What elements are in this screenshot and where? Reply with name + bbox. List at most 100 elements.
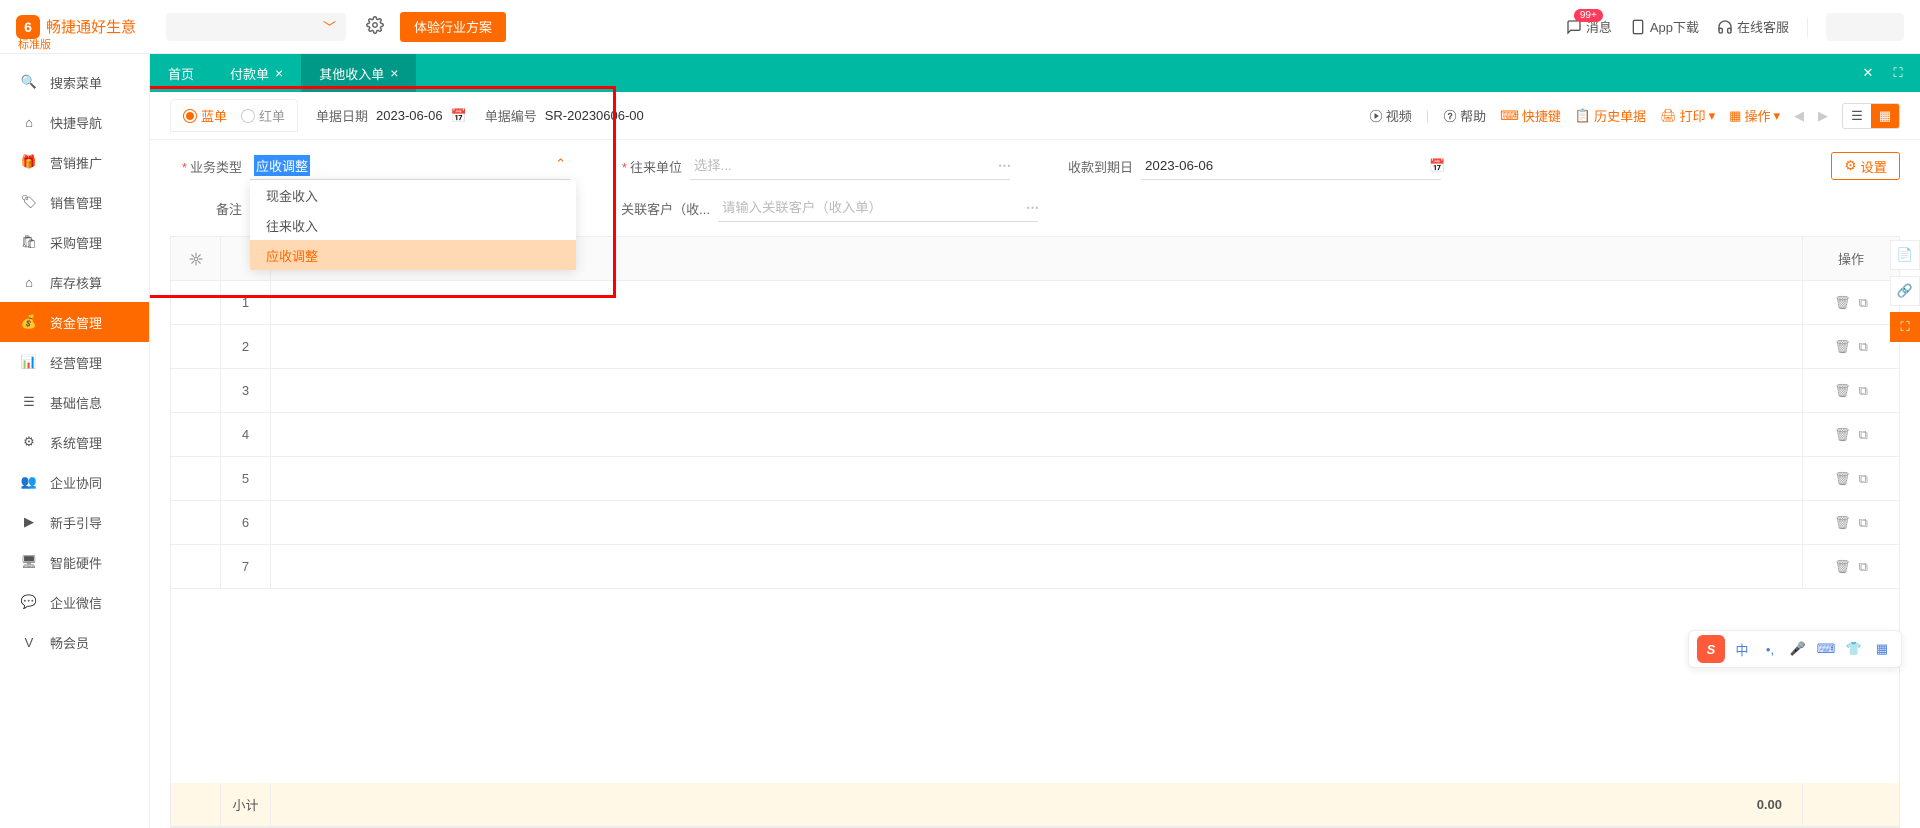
messages-link[interactable]: 99+ 消息 xyxy=(1566,17,1612,36)
settings-button[interactable]: ⚙ 设置 xyxy=(1831,152,1900,180)
sidebar-item-marketing[interactable]: 🎁营销推广 xyxy=(0,142,149,182)
app-download-link[interactable]: App下载 xyxy=(1630,17,1699,36)
table-row[interactable]: 6 🗑 ⧉ xyxy=(171,501,1899,545)
history-button[interactable]: 📋历史单据 xyxy=(1575,106,1646,125)
ime-skin-icon[interactable]: 👕 xyxy=(1843,638,1865,660)
sidebar-item-business[interactable]: 📊经营管理 xyxy=(0,342,149,382)
table-body: 1 🗑 ⧉ 2 🗑 ⧉ 3 🗑 ⧉ 4 🗑 ⧉ 5 🗑 ⧉ xyxy=(171,281,1899,783)
copy-icon[interactable]: ⧉ xyxy=(1859,559,1868,575)
sidebar-item-search[interactable]: 🔍搜索菜单 xyxy=(0,62,149,102)
ime-lang-button[interactable]: 中 xyxy=(1731,638,1753,660)
user-avatar[interactable] xyxy=(1826,13,1904,41)
related-customer-input[interactable] xyxy=(718,194,1038,222)
delete-icon[interactable]: 🗑 xyxy=(1834,559,1851,575)
next-icon[interactable]: ▶ xyxy=(1818,108,1828,124)
copy-icon[interactable]: ⧉ xyxy=(1859,339,1868,355)
ime-menu-icon[interactable]: ▦ xyxy=(1871,638,1893,660)
delete-icon[interactable]: 🗑 xyxy=(1834,383,1851,399)
operate-button[interactable]: ▦操作▾ xyxy=(1729,106,1780,125)
calendar-icon[interactable]: 📅 xyxy=(1429,158,1445,174)
print-button[interactable]: 🖨打印▾ xyxy=(1660,106,1715,125)
copy-icon[interactable]: ⧉ xyxy=(1859,427,1868,443)
doc-date-value[interactable]: 2023-06-06 xyxy=(376,108,443,123)
delete-icon[interactable]: 🗑 xyxy=(1834,427,1851,443)
table-row[interactable]: 2 🗑 ⧉ xyxy=(171,325,1899,369)
table-row[interactable]: 1 🗑 ⧉ xyxy=(171,281,1899,325)
row-cell[interactable] xyxy=(271,545,1803,588)
dropdown-option[interactable]: 往来收入 xyxy=(250,210,576,240)
ime-mic-icon[interactable]: 🎤 xyxy=(1787,638,1809,660)
sidebar-item-baseinfo[interactable]: ☰基础信息 xyxy=(0,382,149,422)
row-cell[interactable] xyxy=(271,457,1803,500)
org-selector[interactable]: ﹀ xyxy=(166,13,346,41)
partner-input[interactable] xyxy=(690,152,1010,180)
fullscreen-icon[interactable]: ⛶ xyxy=(1888,63,1908,83)
copy-icon[interactable]: ⧉ xyxy=(1859,295,1868,311)
view-grid-icon[interactable]: ▦ xyxy=(1871,104,1899,128)
delete-icon[interactable]: 🗑 xyxy=(1834,471,1851,487)
sidebar-item-wechat[interactable]: 💬企业微信 xyxy=(0,582,149,622)
sidebar-item-finance[interactable]: 💰资金管理 xyxy=(0,302,149,342)
rail-attach-icon[interactable]: 🔗 xyxy=(1890,276,1920,306)
delete-icon[interactable]: 🗑 xyxy=(1834,295,1851,311)
history-icon: 📋 xyxy=(1575,108,1591,124)
sidebar-item-system[interactable]: ⚙系统管理 xyxy=(0,422,149,462)
radio-red[interactable]: 红单 xyxy=(241,106,285,125)
guide-icon: ▶ xyxy=(20,513,38,531)
view-list-icon[interactable]: ☰ xyxy=(1843,104,1871,128)
shortcut-button[interactable]: ⌨快捷键 xyxy=(1500,106,1561,125)
copy-icon[interactable]: ⧉ xyxy=(1859,383,1868,399)
close-icon[interactable]: × xyxy=(390,65,398,81)
sidebar-item-hardware[interactable]: 🖥智能硬件 xyxy=(0,542,149,582)
help-link[interactable]: ?帮助 xyxy=(1443,106,1486,125)
support-link[interactable]: 在线客服 xyxy=(1717,17,1789,36)
ime-keyboard-icon[interactable]: ⌨ xyxy=(1815,638,1837,660)
row-cell[interactable] xyxy=(271,369,1803,412)
copy-icon[interactable]: ⧉ xyxy=(1859,515,1868,531)
tab-close-all-icon[interactable]: ✕ xyxy=(1858,63,1878,83)
radio-blue[interactable]: 蓝单 xyxy=(183,106,227,125)
chevron-up-icon[interactable]: ⌃ xyxy=(555,156,566,172)
more-icon[interactable]: ⋯ xyxy=(998,158,1011,174)
row-cell[interactable] xyxy=(271,325,1803,368)
sidebar-item-inventory[interactable]: ⌂库存核算 xyxy=(0,262,149,302)
solution-button[interactable]: 体验行业方案 xyxy=(400,12,506,42)
gift-icon: 🎁 xyxy=(20,153,38,171)
gear-icon[interactable] xyxy=(366,16,384,37)
delete-icon[interactable]: 🗑 xyxy=(1834,515,1851,531)
row-cell[interactable] xyxy=(271,281,1803,324)
table-row[interactable]: 3 🗑 ⧉ xyxy=(171,369,1899,413)
ime-logo-icon[interactable]: S xyxy=(1697,635,1725,663)
delete-icon[interactable]: 🗑 xyxy=(1834,339,1851,355)
sidebar-item-vip[interactable]: V畅会员 xyxy=(0,622,149,662)
ime-punct-icon[interactable]: •, xyxy=(1759,638,1781,660)
table-row[interactable]: 7 🗑 ⧉ xyxy=(171,545,1899,589)
table-settings-button[interactable] xyxy=(171,237,221,280)
calendar-icon[interactable]: 📅 xyxy=(451,108,467,124)
prev-icon[interactable]: ◀ xyxy=(1794,108,1804,124)
row-cell[interactable] xyxy=(271,413,1803,456)
due-date-input[interactable] xyxy=(1141,152,1441,180)
copy-icon[interactable]: ⧉ xyxy=(1859,471,1868,487)
more-icon[interactable]: ⋯ xyxy=(1026,200,1039,216)
sidebar-item-collab[interactable]: 👥企业协同 xyxy=(0,462,149,502)
search-icon: 🔍 xyxy=(20,73,38,91)
tab-other-income[interactable]: 其他收入单× xyxy=(301,54,416,92)
tab-home[interactable]: 首页 xyxy=(150,54,212,92)
sidebar-item-guide[interactable]: ▶新手引导 xyxy=(0,502,149,542)
sidebar-item-purchase[interactable]: 🛍采购管理 xyxy=(0,222,149,262)
dropdown-option[interactable]: 现金收入 xyxy=(250,180,576,210)
sidebar-item-quicknav[interactable]: ⌂快捷导航 xyxy=(0,102,149,142)
row-cell[interactable] xyxy=(271,501,1803,544)
table-row[interactable]: 4 🗑 ⧉ xyxy=(171,413,1899,457)
biz-type-select[interactable]: 应收调整 xyxy=(250,152,570,180)
rail-note-icon[interactable]: 📄 xyxy=(1890,240,1920,270)
sidebar-item-sales[interactable]: 🏷销售管理 xyxy=(0,182,149,222)
dropdown-option[interactable]: 应收调整 xyxy=(250,240,576,270)
tab-payment[interactable]: 付款单× xyxy=(212,54,301,92)
close-icon[interactable]: × xyxy=(275,65,283,81)
divider xyxy=(1807,17,1808,37)
rail-expand-icon[interactable]: ⛶ xyxy=(1890,312,1920,342)
table-row[interactable]: 5 🗑 ⧉ xyxy=(171,457,1899,501)
video-link[interactable]: 视频 xyxy=(1369,106,1412,125)
